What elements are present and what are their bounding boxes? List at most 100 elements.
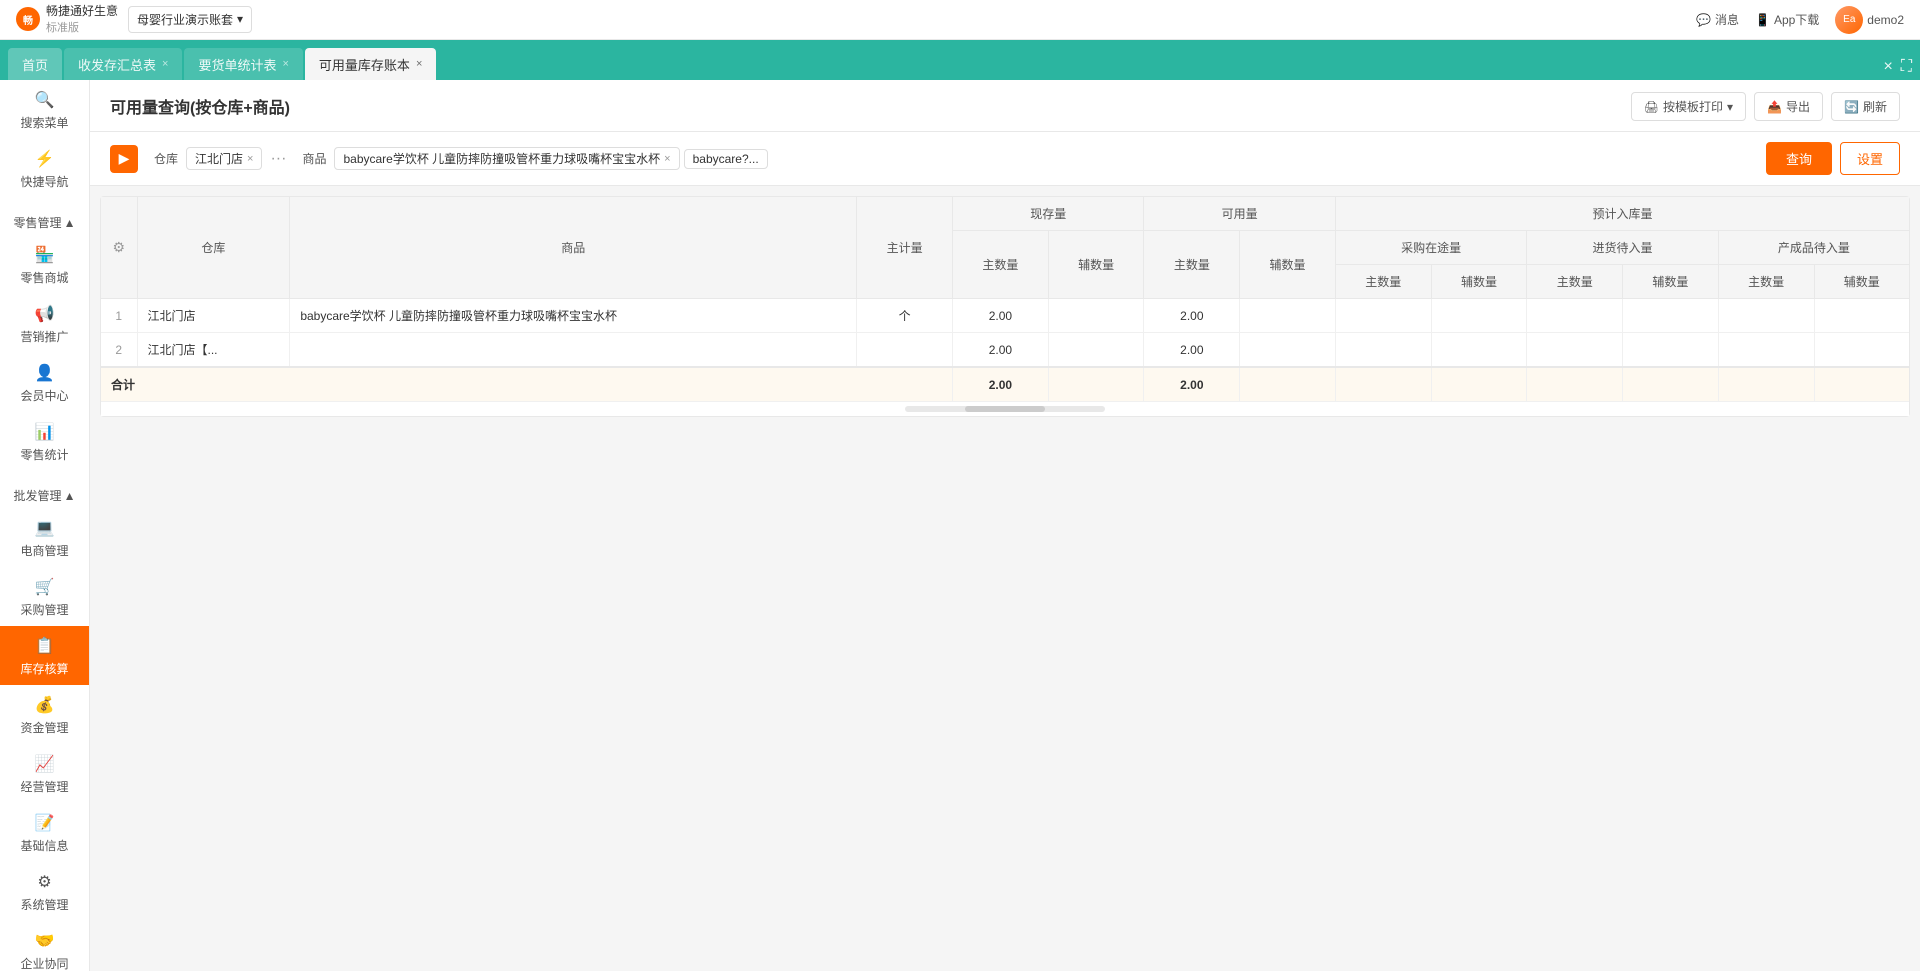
sidebar-item-search[interactable]: 🔍 搜索菜单: [0, 80, 89, 139]
message-label: 消息: [1715, 11, 1739, 28]
sidebar-item-basic-info[interactable]: 📝 基础信息: [0, 803, 89, 862]
product-filter-label: 商品: [302, 150, 326, 167]
member-center-icon: 👤: [35, 363, 55, 383]
product-tag-close-0[interactable]: ×: [664, 153, 670, 165]
purchase-icon: 🛒: [35, 577, 55, 597]
brand-icon: 畅: [16, 7, 40, 31]
th-settings[interactable]: ⚙: [101, 197, 137, 299]
table-scrollbar[interactable]: [101, 402, 1909, 416]
sidebar-item-inventory[interactable]: 📋 库存核算: [0, 626, 89, 685]
scrollbar-thumb[interactable]: [965, 406, 1045, 412]
tab-order-stat-close[interactable]: ×: [282, 58, 288, 70]
filter-toggle-btn[interactable]: ▶: [110, 145, 138, 173]
user-profile[interactable]: Ea demo2: [1835, 6, 1904, 34]
th-available-aux-qty: 辅数量: [1240, 231, 1336, 299]
expand-btn[interactable]: ⛶: [1901, 58, 1912, 76]
tab-receive-pay[interactable]: 收发存汇总表 ×: [64, 48, 182, 80]
product-tag-1[interactable]: babycare?...: [684, 149, 768, 169]
print-arrow: ▾: [1727, 100, 1733, 114]
export-btn[interactable]: 📤 导出: [1754, 92, 1823, 121]
product-tag-0[interactable]: babycare学饮杯 儿童防摔防撞吸管杯重力球吸嘴杯宝宝水杯 ×: [334, 147, 679, 170]
message-btn[interactable]: 💬 消息: [1696, 11, 1739, 28]
th-incoming-main: 主数量: [1527, 265, 1623, 299]
brand-sub: 标准版: [46, 19, 118, 35]
footer-avail-main: 2.00: [1144, 367, 1240, 402]
row-production-aux-1: [1814, 299, 1909, 333]
tab-order-stat[interactable]: 要货单统计表 ×: [184, 48, 302, 80]
sidebar-member-label: 会员中心: [20, 387, 68, 404]
sys-mgmt-icon: ⚙: [37, 872, 51, 892]
tab-home[interactable]: 首页: [8, 48, 62, 80]
sidebar-item-retail-mall[interactable]: 🏪 零售商城: [0, 235, 89, 294]
row-avail-aux-1: [1240, 299, 1336, 333]
row-num-2: 2: [101, 333, 137, 368]
row-product-2: [290, 333, 857, 368]
tab-bar-actions: × ⛶: [1883, 58, 1912, 80]
th-current-aux-qty: 辅数量: [1048, 231, 1144, 299]
sidebar-finance-label: 资金管理: [20, 719, 68, 736]
industry-label: 母婴行业演示账套: [137, 11, 233, 28]
sidebar-item-enterprise[interactable]: 🤝 企业协同: [0, 921, 89, 971]
setting-btn[interactable]: 设置: [1840, 142, 1900, 175]
app-download-btn[interactable]: 📱 App下载: [1755, 11, 1819, 28]
user-name: demo2: [1867, 13, 1904, 27]
refresh-btn[interactable]: 🔄 刷新: [1831, 92, 1900, 121]
export-label: 导出: [1786, 98, 1810, 115]
row-incoming-main-2: [1527, 333, 1623, 368]
close-all-tabs-btn[interactable]: ×: [1883, 58, 1892, 76]
refresh-icon: 🔄: [1844, 100, 1859, 114]
filter-bar: ▶ 仓库 江北门店 × ··· 商品 babycare学饮杯 儿童防摔防撞吸管杯…: [90, 132, 1920, 186]
row-incoming-aux-1: [1623, 299, 1719, 333]
footer-purchase-main: [1335, 367, 1431, 402]
warehouse-tag-text: 江北门店: [195, 150, 243, 167]
footer-label: 合计: [101, 367, 953, 402]
product-filter: 商品 babycare学饮杯 儿童防摔防撞吸管杯重力球吸嘴杯宝宝水杯 × bab…: [302, 147, 767, 170]
sidebar-basic-info-label: 基础信息: [20, 837, 68, 854]
tab-available-stock-close[interactable]: ×: [416, 58, 422, 70]
warehouse-more-btn[interactable]: ···: [270, 150, 286, 168]
sidebar-item-ecommerce[interactable]: 💻 电商管理: [0, 508, 89, 567]
query-btn[interactable]: 查询: [1766, 142, 1832, 175]
settings-icon[interactable]: ⚙: [112, 239, 125, 255]
tab-receive-pay-close[interactable]: ×: [162, 58, 168, 70]
sidebar-item-operations[interactable]: 📈 经营管理: [0, 744, 89, 803]
th-main-unit: 主计量: [857, 197, 953, 299]
sidebar-retail-stats-label: 零售统计: [20, 446, 68, 463]
sidebar-item-retail-stats[interactable]: 📊 零售统计: [0, 412, 89, 471]
app-download-label: App下载: [1774, 11, 1819, 28]
sidebar-item-finance[interactable]: 💰 资金管理: [0, 685, 89, 744]
footer-current-aux: [1048, 367, 1144, 402]
th-purchase-aux: 辅数量: [1431, 265, 1527, 299]
sidebar-item-marketing[interactable]: 📢 营销推广: [0, 294, 89, 353]
industry-selector[interactable]: 母婴行业演示账套 ▾: [128, 6, 252, 33]
th-purchase-main: 主数量: [1335, 265, 1431, 299]
product-tag-text-0: babycare学饮杯 儿童防摔防撞吸管杯重力球吸嘴杯宝宝水杯: [343, 150, 660, 167]
th-planned-in: 预计入库量: [1335, 197, 1909, 231]
tab-bar: 首页 收发存汇总表 × 要货单统计表 × 可用量库存账本 × × ⛶: [0, 40, 1920, 80]
tab-available-stock[interactable]: 可用量库存账本 ×: [305, 48, 436, 80]
row-current-aux-2: [1048, 333, 1144, 368]
warehouse-tag-0[interactable]: 江北门店 ×: [186, 147, 262, 170]
sidebar-item-sys-mgmt[interactable]: ⚙ 系统管理: [0, 862, 89, 921]
print-btn[interactable]: 🖨 按模板打印 ▾: [1631, 92, 1746, 121]
print-icon: 🖨: [1644, 100, 1659, 114]
sidebar-item-quick-nav[interactable]: ⚡ 快捷导航: [0, 139, 89, 198]
brand-logo: 畅 畅捷通好生意 标准版: [16, 4, 118, 34]
table-footer-row: 合计 2.00 2.00: [101, 367, 1909, 402]
sidebar-operations-label: 经营管理: [20, 778, 68, 795]
table-row: 2 江北门店【... 2.00 2.00: [101, 333, 1909, 368]
footer-production-aux: [1814, 367, 1909, 402]
retail-stats-icon: 📊: [35, 422, 55, 442]
sidebar-ecommerce-label: 电商管理: [20, 542, 68, 559]
sidebar-item-retail-mgmt[interactable]: 零售管理 ▲: [0, 206, 89, 235]
th-purchase-group: 采购在途量: [1335, 231, 1526, 265]
product-tag-text-1: babycare?...: [693, 152, 759, 166]
brand-name: 畅捷通好生意: [46, 4, 118, 18]
scrollbar-track: [905, 406, 1105, 412]
warehouse-tag-close[interactable]: ×: [247, 153, 253, 165]
sidebar-item-wholesale[interactable]: 批发管理 ▲: [0, 479, 89, 508]
sidebar-item-member-center[interactable]: 👤 会员中心: [0, 353, 89, 412]
th-available: 可用量: [1144, 197, 1335, 231]
th-product: 商品: [290, 197, 857, 299]
sidebar-item-purchase[interactable]: 🛒 采购管理: [0, 567, 89, 626]
